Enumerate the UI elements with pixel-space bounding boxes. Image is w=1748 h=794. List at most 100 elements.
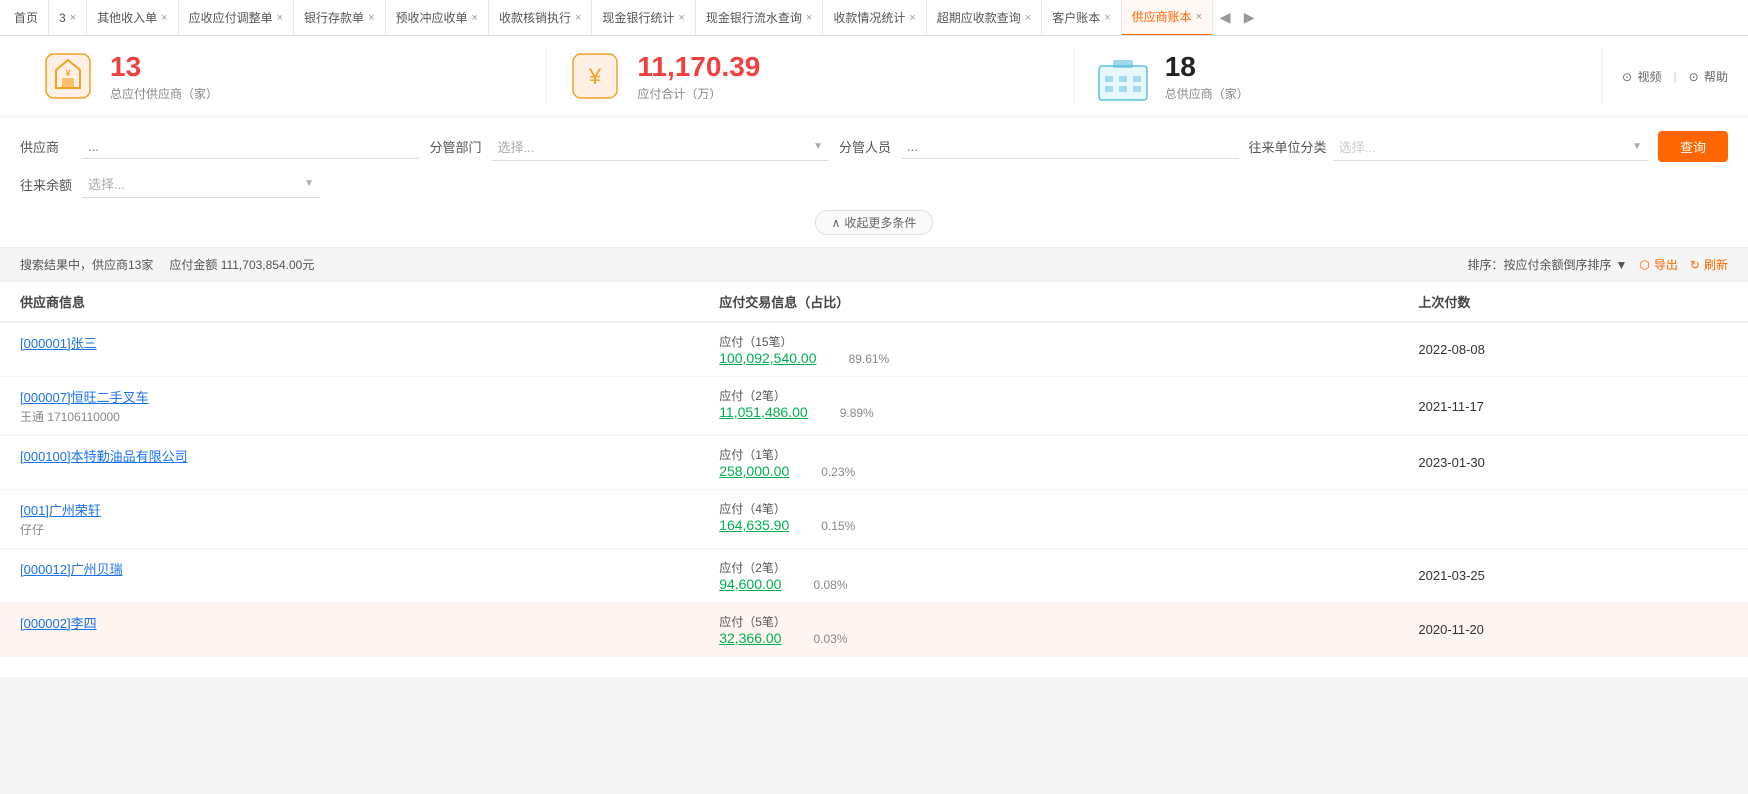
nav-tab-collection-stat-close[interactable]: × [909, 12, 915, 24]
nav-tab-customer-account-close[interactable]: × [1104, 12, 1110, 24]
payable-percent: 0.03% [813, 632, 847, 646]
category-filter-label: 往来单位分类 [1249, 137, 1327, 156]
nav-tab-cash-bank-stat[interactable]: 现金银行统计 × [592, 0, 695, 36]
dept-filter-select[interactable]: 选择... ▼ [492, 133, 830, 161]
collapse-button[interactable]: ∧ 收起更多条件 [815, 210, 934, 235]
nav-tab-advance-offset-close[interactable]: × [472, 12, 478, 24]
payable-suppliers-label: 总应付供应商（家） [110, 85, 218, 102]
category-filter-select[interactable]: 选择... ▼ [1333, 133, 1648, 161]
summary-payable-total-text: 11,170.39 应付合计（万） [637, 50, 760, 103]
payable-info-cell: 应付（5笔）32,366.00 0.03% [699, 603, 1398, 657]
nav-tab-receipt-verify-close[interactable]: × [575, 12, 581, 24]
sort-select[interactable]: 排序：按应付余额倒序排序 ▼ [1468, 256, 1628, 273]
nav-tab-advance-offset-label: 预收冲应收单 [396, 9, 468, 26]
filter-category: 往来单位分类 选择... ▼ [1249, 133, 1649, 161]
sort-label: 排序：按应付余额倒序排序 [1468, 256, 1612, 273]
nav-tab-supplier-account-close[interactable]: × [1196, 11, 1202, 23]
supplier-filter-input[interactable] [82, 135, 420, 159]
help-label: 帮助 [1704, 70, 1728, 84]
nav-tab-other-income[interactable]: 其他收入单 × [87, 0, 178, 36]
nav-tab-3[interactable]: 3 × [49, 0, 87, 36]
supplier-link[interactable]: [000001]张三 [20, 333, 679, 352]
supplier-link[interactable]: [000012]广州贝瑞 [20, 559, 679, 578]
payable-amount[interactable]: 94,600.00 [719, 576, 781, 592]
filter-dept: 分管部门 选择... ▼ [430, 133, 830, 161]
video-link[interactable]: ⊙ 视频 [1622, 68, 1661, 85]
nav-tab-bank-deposit-label: 银行存款单 [304, 9, 364, 26]
payable-label: 应付（2笔） [719, 559, 1378, 576]
category-dropdown-icon: ▼ [1632, 141, 1642, 152]
nav-tab-ar-adjust-label: 应收应付调整单 [189, 9, 273, 26]
payable-suppliers-icon: ¥ [40, 48, 96, 104]
payable-label: 应付（5笔） [719, 613, 1378, 630]
collapse-icon: ∧ [832, 216, 841, 230]
nav-tab-customer-account[interactable]: 客户账本 × [1042, 0, 1121, 36]
supplier-info-cell: [000100]本特勤油品有限公司 [0, 436, 699, 490]
nav-tab-collection-stat[interactable]: 收款情况统计 × [823, 0, 926, 36]
person-filter-input[interactable] [901, 135, 1239, 159]
summary-payable-suppliers: ¥ 13 总应付供应商（家） [20, 48, 547, 104]
nav-next-button[interactable]: ▶ [1237, 0, 1261, 36]
payable-info-cell: 应付（4笔）164,635.900.15% [699, 490, 1398, 549]
nav-tab-overdue-query[interactable]: 超期应收款查询 × [927, 0, 1042, 36]
table-row: [000007]恒旺二手叉车王通 17106110000应付（2笔）11,051… [0, 377, 1748, 436]
nav-tab-supplier-account-label: 供应商账本 [1132, 8, 1192, 25]
nav-tab-receipt-verify[interactable]: 收款核销执行 × [489, 0, 592, 36]
nav-tab-cash-bank-flow[interactable]: 现金银行流水查询 × [696, 0, 823, 36]
payable-amount[interactable]: 164,635.90 [719, 517, 789, 533]
nav-tab-advance-offset[interactable]: 预收冲应收单 × [386, 0, 489, 36]
balance-filter-label: 往来余额 [20, 175, 76, 194]
payable-amount[interactable]: 11,051,486.00 [719, 404, 808, 420]
last-payment-cell: 2021-11-17 [1398, 377, 1748, 436]
col-last-payment: 上次付数 [1398, 282, 1748, 322]
payable-label: 应付（4笔） [719, 500, 1378, 517]
query-button[interactable]: 查询 [1658, 131, 1728, 162]
payable-label: 应付（15笔） [719, 333, 1378, 350]
result-bar-right: 排序：按应付余额倒序排序 ▼ ⬡ 导出 ↻ 刷新 [1468, 256, 1728, 273]
help-divider: | [1673, 69, 1676, 83]
nav-tab-other-income-close[interactable]: × [161, 12, 167, 24]
nav-tab-3-close[interactable]: × [70, 12, 76, 24]
payable-info-cell: 应付（2笔）11,051,486.009.89% [699, 377, 1398, 436]
dept-filter-label: 分管部门 [430, 137, 486, 156]
summary-bar: ¥ 13 总应付供应商（家） ¥ 11,170.39 应付合计（万） [0, 36, 1748, 117]
supplier-link[interactable]: [000100]本特勤油品有限公司 [20, 446, 679, 465]
nav-tab-supplier-account[interactable]: 供应商账本 × [1122, 0, 1213, 36]
nav-tab-ar-adjust-close[interactable]: × [277, 12, 283, 24]
payable-amount[interactable]: 100,092,540.00 [719, 350, 816, 366]
filter-row-1: 供应商 分管部门 选择... ▼ 分管人员 往来单位分类 选择... ▼ 查询 [20, 131, 1728, 162]
supplier-filter-label: 供应商 [20, 137, 76, 156]
nav-prev-button[interactable]: ◀ [1213, 0, 1237, 36]
payable-amount[interactable]: 32,366.00 [719, 630, 781, 646]
nav-tab-bank-deposit[interactable]: 银行存款单 × [294, 0, 385, 36]
supplier-info-cell: [000007]恒旺二手叉车王通 17106110000 [0, 377, 699, 436]
help-link[interactable]: ⊙ 帮助 [1689, 68, 1728, 85]
payable-total-icon: ¥ [567, 48, 623, 104]
nav-tab-cash-bank-stat-close[interactable]: × [678, 12, 684, 24]
dept-placeholder: 选择... [498, 137, 535, 156]
supplier-link[interactable]: [000007]恒旺二手叉车 [20, 387, 679, 406]
nav-tab-bank-deposit-close[interactable]: × [368, 12, 374, 24]
nav-tab-overdue-query-close[interactable]: × [1025, 12, 1031, 24]
refresh-button[interactable]: ↻ 刷新 [1690, 256, 1728, 273]
nav-tab-cash-bank-flow-close[interactable]: × [806, 12, 812, 24]
nav-tab-overdue-query-label: 超期应收款查询 [937, 9, 1021, 26]
payable-amount[interactable]: 258,000.00 [719, 463, 789, 479]
export-button[interactable]: ⬡ 导出 [1639, 256, 1678, 273]
balance-placeholder: 选择... [88, 174, 125, 193]
supplier-info-cell: [001]广州荣轩仔仔 [0, 490, 699, 549]
filter-row-2: 往来余额 选择... ▼ [20, 170, 1728, 198]
supplier-link[interactable]: [000002]李四 [20, 613, 679, 632]
category-placeholder: 选择... [1339, 137, 1376, 156]
nav-tab-home[interactable]: 首页 [4, 0, 49, 36]
balance-filter-select[interactable]: 选择... ▼ [82, 170, 320, 198]
last-payment-cell: 2021-03-25 [1398, 549, 1748, 603]
col-payable-info: 应付交易信息（占比） [699, 282, 1398, 322]
nav-tab-ar-adjust[interactable]: 应收应付调整单 × [179, 0, 294, 36]
supplier-link[interactable]: [001]广州荣轩 [20, 500, 679, 519]
balance-dropdown-icon: ▼ [304, 178, 314, 189]
last-payment-cell [1398, 490, 1748, 549]
supplier-count-text: 搜索结果中，供应商13家 [20, 256, 153, 273]
summary-total-suppliers-text: 18 总供应商（家） [1165, 50, 1249, 103]
payable-info-cell: 应付（15笔）100,092,540.0089.61% [699, 322, 1398, 377]
